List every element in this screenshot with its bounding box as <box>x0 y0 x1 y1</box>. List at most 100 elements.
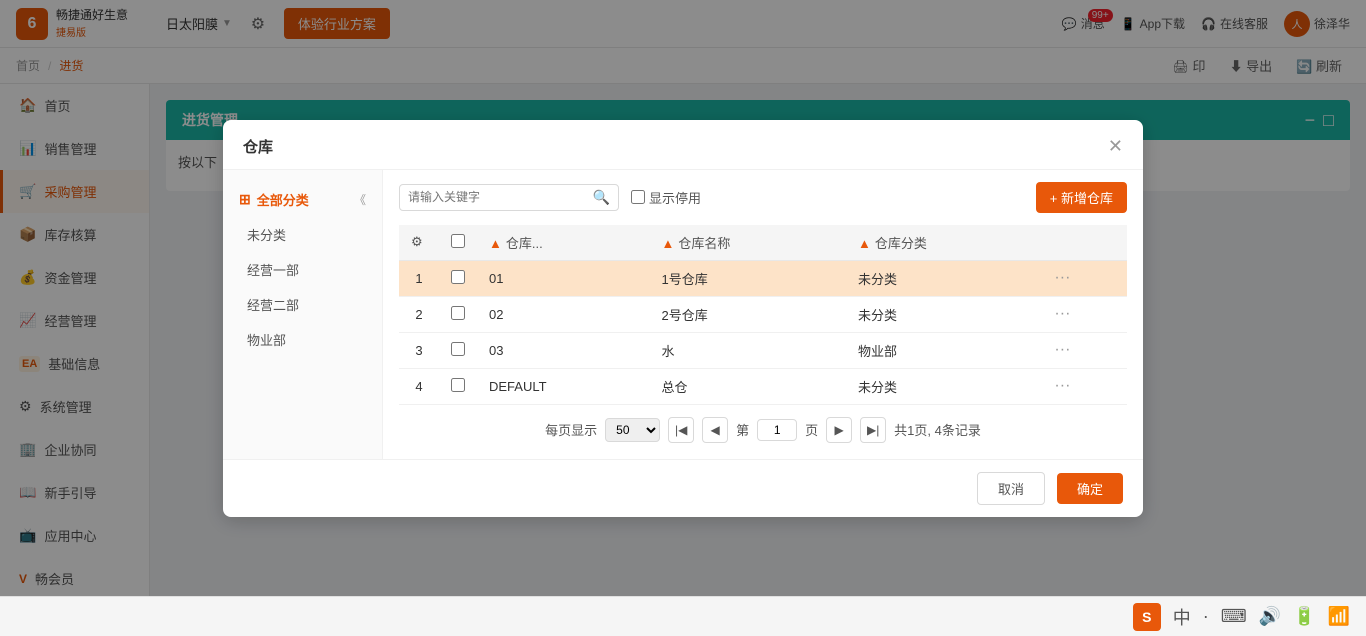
speaker-icon[interactable]: 🔊 <box>1259 606 1281 627</box>
row-index-4: 4 <box>399 368 439 404</box>
row-checkbox-3 <box>439 332 477 368</box>
bottom-bar: S 中 · ⌨ 🔊 🔋 📶 <box>0 596 1366 636</box>
row-category-4: 未分类 <box>846 368 1042 404</box>
table-row[interactable]: 2 02 2号仓库 未分类 ··· <box>399 296 1127 332</box>
next-page-button[interactable]: ▶ <box>826 417 852 443</box>
sort-icon-name: ▲ <box>662 236 675 251</box>
dialog-title: 仓库 <box>243 136 273 157</box>
dialog-body: ⊞ 全部分类 《 未分类 经营一部 经营二部 物业部 <box>223 170 1143 459</box>
dialog-overlay: 仓库 ✕ ⊞ 全部分类 《 未分类 经营一部 经营二部 <box>0 0 1366 636</box>
row-more-button-2[interactable]: ··· <box>1054 305 1070 323</box>
row-category-2: 未分类 <box>846 296 1042 332</box>
row-select-2[interactable] <box>451 306 465 320</box>
first-page-button[interactable]: |◀ <box>668 417 694 443</box>
prev-page-button[interactable]: ◀ <box>702 417 728 443</box>
battery-icon[interactable]: 🔋 <box>1293 606 1315 627</box>
row-name-2: 2号仓库 <box>650 296 846 332</box>
category-ops2[interactable]: 经营二部 <box>223 287 382 322</box>
total-info: 共1页, 4条记录 <box>894 420 981 439</box>
category-panel: ⊞ 全部分类 《 未分类 经营一部 经营二部 物业部 <box>223 170 383 459</box>
table-header: ⚙ ▲仓库... ▲仓库名称 ▲仓库分类 <box>399 225 1127 261</box>
category-property-label: 物业部 <box>247 333 286 348</box>
warehouse-toolbar: 🔍 显示停用 + 新增仓库 <box>399 182 1127 213</box>
table-row[interactable]: 1 01 1号仓库 未分类 ··· <box>399 260 1127 296</box>
row-more-2: ··· <box>1042 296 1127 332</box>
row-name-1: 1号仓库 <box>650 260 846 296</box>
row-checkbox-2 <box>439 296 477 332</box>
row-name-3: 水 <box>650 332 846 368</box>
row-index-2: 2 <box>399 296 439 332</box>
row-checkbox-1 <box>439 260 477 296</box>
row-index-1: 1 <box>399 260 439 296</box>
show-disabled-label[interactable]: 显示停用 <box>631 188 701 207</box>
grid-icon: ⊞ <box>239 191 251 208</box>
table-row[interactable]: 4 DEFAULT 总仓 未分类 ··· <box>399 368 1127 404</box>
th-settings: ⚙ <box>399 225 439 261</box>
select-all-checkbox[interactable] <box>451 234 465 248</box>
dialog-header: 仓库 ✕ <box>223 120 1143 170</box>
cancel-button[interactable]: 取消 <box>977 472 1045 505</box>
add-warehouse-button[interactable]: + 新增仓库 <box>1036 182 1127 213</box>
row-more-button-3[interactable]: ··· <box>1054 341 1070 359</box>
th-name: ▲仓库名称 <box>650 225 846 261</box>
search-input[interactable] <box>408 190 593 204</box>
s-logo: S <box>1133 603 1161 631</box>
category-unclassified-label: 未分类 <box>247 228 286 243</box>
warehouse-panel: 🔍 显示停用 + 新增仓库 ⚙ <box>383 170 1143 459</box>
page-number-input[interactable] <box>757 419 797 441</box>
row-select-1[interactable] <box>451 270 465 284</box>
table-body: 1 01 1号仓库 未分类 ··· 2 02 2 <box>399 260 1127 404</box>
zhongwen-icon[interactable]: 中 <box>1173 604 1191 630</box>
row-code-4: DEFAULT <box>477 368 650 404</box>
wifi-icon[interactable]: 📶 <box>1328 606 1350 627</box>
row-category-1: 未分类 <box>846 260 1042 296</box>
row-name-4: 总仓 <box>650 368 846 404</box>
sort-icon-cat: ▲ <box>858 236 871 251</box>
row-code-1: 01 <box>477 260 650 296</box>
last-page-button[interactable]: ▶| <box>860 417 886 443</box>
row-more-3: ··· <box>1042 332 1127 368</box>
gear-icon: ⚙ <box>411 234 423 249</box>
th-category: ▲仓库分类 <box>846 225 1042 261</box>
show-disabled-text: 显示停用 <box>649 188 701 207</box>
search-box: 🔍 <box>399 184 619 211</box>
th-checkbox <box>439 225 477 261</box>
row-more-1: ··· <box>1042 260 1127 296</box>
category-ops2-label: 经营二部 <box>247 298 299 313</box>
row-more-button-4[interactable]: ··· <box>1054 377 1070 395</box>
dialog-close-button[interactable]: ✕ <box>1108 137 1123 155</box>
collapse-button[interactable]: 《 <box>354 191 366 208</box>
page-label: 第 <box>736 420 749 439</box>
warehouse-dialog: 仓库 ✕ ⊞ 全部分类 《 未分类 经营一部 经营二部 <box>223 120 1143 517</box>
row-more-button-1[interactable]: ··· <box>1054 269 1070 287</box>
row-category-3: 物业部 <box>846 332 1042 368</box>
table-container: ⚙ ▲仓库... ▲仓库名称 ▲仓库分类 1 <box>399 225 1127 405</box>
row-more-4: ··· <box>1042 368 1127 404</box>
warehouse-table: ⚙ ▲仓库... ▲仓库名称 ▲仓库分类 1 <box>399 225 1127 405</box>
all-categories-item[interactable]: ⊞ 全部分类 《 <box>223 182 382 217</box>
row-index-3: 3 <box>399 332 439 368</box>
category-unclassified[interactable]: 未分类 <box>223 217 382 252</box>
search-icon[interactable]: 🔍 <box>593 189 610 206</box>
th-actions <box>1042 225 1127 261</box>
row-code-2: 02 <box>477 296 650 332</box>
all-categories-label: 全部分类 <box>257 190 309 209</box>
category-ops1-label: 经营一部 <box>247 263 299 278</box>
dots-icon[interactable]: · <box>1203 606 1209 627</box>
th-code: ▲仓库... <box>477 225 650 261</box>
category-ops1[interactable]: 经营一部 <box>223 252 382 287</box>
sort-icon: ▲ <box>489 236 502 251</box>
row-code-3: 03 <box>477 332 650 368</box>
row-select-4[interactable] <box>451 378 465 392</box>
show-disabled-checkbox[interactable] <box>631 190 645 204</box>
pagination-row: 每页显示 50 100 200 |◀ ◀ 第 页 ▶ ▶| 共1页, 4条记录 <box>399 405 1127 447</box>
row-checkbox-4 <box>439 368 477 404</box>
keyboard-icon[interactable]: ⌨ <box>1221 606 1247 627</box>
dialog-footer: 取消 确定 <box>223 459 1143 517</box>
category-property[interactable]: 物业部 <box>223 322 382 357</box>
row-select-3[interactable] <box>451 342 465 356</box>
table-row[interactable]: 3 03 水 物业部 ··· <box>399 332 1127 368</box>
per-page-label: 每页显示 <box>545 420 597 439</box>
per-page-select[interactable]: 50 100 200 <box>605 418 660 442</box>
confirm-button[interactable]: 确定 <box>1057 473 1123 504</box>
